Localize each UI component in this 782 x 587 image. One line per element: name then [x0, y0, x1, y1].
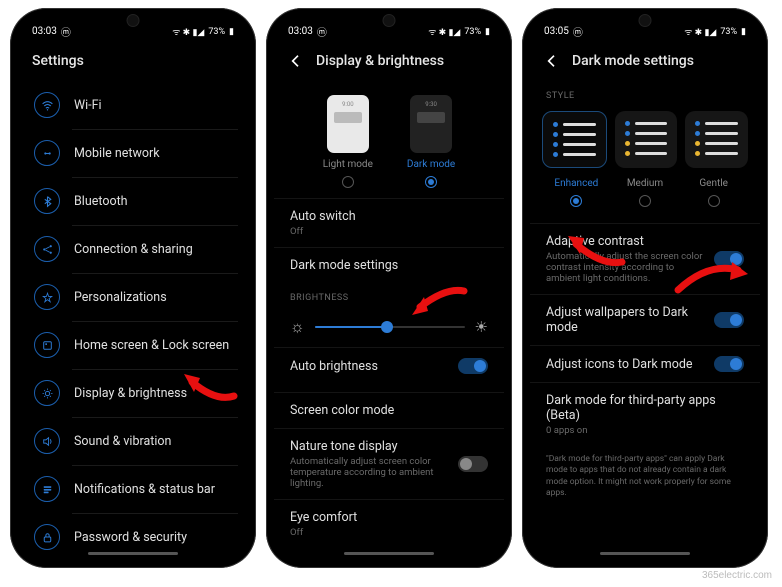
screen-color-mode-row[interactable]: Screen color mode [274, 392, 504, 428]
page-title: Dark mode settings [572, 53, 694, 69]
adjust-wallpapers-row[interactable]: Adjust wallpapers to Dark mode [530, 294, 760, 345]
battery-icon: ▮ [741, 27, 746, 37]
settings-row-label: Home screen & Lock screen [74, 338, 229, 353]
style-gentle-card[interactable] [685, 111, 748, 168]
back-icon[interactable] [544, 53, 560, 69]
notif-icon [34, 476, 60, 502]
toggle-on[interactable] [714, 356, 744, 372]
back-icon[interactable] [288, 53, 304, 69]
style-enhanced-card[interactable] [542, 111, 607, 168]
dark-mode-settings-row[interactable]: Dark mode settings [274, 247, 504, 283]
settings-row-sound[interactable]: Sound & vibration [18, 417, 248, 465]
radio-enhanced[interactable] [570, 195, 582, 207]
page-header: Display & brightness [274, 43, 504, 81]
bright-icon [34, 380, 60, 406]
brightness-high-icon: ☀ [475, 318, 488, 336]
settings-row-label: Bluetooth [74, 194, 128, 209]
third-party-row[interactable]: Dark mode for third-party apps (Beta) 0 … [530, 382, 760, 446]
brightness-slider[interactable]: ☼ ☀ [274, 307, 504, 347]
style-enhanced-label: Enhanced [542, 178, 611, 189]
settings-row-wifi[interactable]: Wi-Fi [18, 81, 248, 129]
battery-pct: 73% [720, 27, 737, 37]
settings-row-notif[interactable]: Notifications & status bar [18, 465, 248, 513]
camera-notch [127, 14, 140, 27]
phone-dark-mode-settings: 03:05 ⓜ ᯤ ✱ ▮◢ 73% ▮ Dark mode settings STY… [522, 8, 768, 568]
lock-icon [34, 524, 60, 550]
home-icon [34, 332, 60, 358]
radio-off[interactable] [342, 176, 354, 188]
home-indicator[interactable] [88, 552, 178, 555]
light-mode-option[interactable]: 9:00 Light mode [323, 95, 373, 188]
style-section-header: STYLE [530, 81, 760, 105]
sound-icon [34, 428, 60, 454]
settings-row-label: Notifications & status bar [74, 482, 215, 497]
settings-row-label: Personalizations [74, 290, 167, 305]
toggle-on[interactable] [714, 251, 744, 267]
settings-row-label: Password & security [74, 530, 187, 545]
share-icon [34, 236, 60, 262]
theme-icon [34, 284, 60, 310]
status-time: 03:05 [544, 26, 569, 37]
style-medium-label: Medium [611, 178, 680, 189]
dark-mode-option[interactable]: 9:30 Dark mode [407, 95, 455, 188]
camera-notch [383, 14, 396, 27]
brightness-section-header: BRIGHTNESS [274, 283, 504, 307]
radio-on[interactable] [425, 176, 437, 188]
style-gentle-label: Gentle [679, 178, 748, 189]
theme-mode-selector: 9:00 Light mode 9:30 Dark mode [274, 81, 504, 198]
style-medium-card[interactable] [615, 111, 678, 168]
settings-row-share[interactable]: Connection & sharing [18, 225, 248, 273]
page-title: Display & brightness [316, 53, 444, 69]
status-icons: ᯤ ✱ ▮◢ [428, 25, 460, 38]
settings-row-cell[interactable]: Mobile network [18, 129, 248, 177]
settings-row-label: Connection & sharing [74, 242, 193, 257]
home-indicator[interactable] [344, 552, 434, 555]
page-title: Settings [18, 43, 248, 81]
status-time: 03:03 [288, 26, 313, 37]
gmail-icon: ⓜ [61, 24, 71, 39]
battery-pct: 73% [208, 27, 225, 37]
nature-tone-row[interactable]: Nature tone display Automatically adjust… [274, 428, 504, 499]
adaptive-contrast-row[interactable]: Adaptive contrast Automatically adjust t… [530, 223, 760, 294]
phone-display-brightness: 03:03 ⓜ ᯤ ✱ ▮◢ 73% ▮ Display & brightness 9… [266, 8, 512, 568]
eye-comfort-row[interactable]: Eye comfort Off [274, 499, 504, 548]
style-cards [530, 105, 760, 174]
toggle-on[interactable] [714, 312, 744, 328]
radio-gentle[interactable] [708, 195, 720, 207]
settings-row-home[interactable]: Home screen & Lock screen [18, 321, 248, 369]
watermark: 365electric.com [702, 570, 772, 581]
gmail-icon: ⓜ [573, 24, 583, 39]
auto-brightness-row[interactable]: Auto brightness [274, 347, 504, 384]
battery-icon: ▮ [485, 27, 490, 37]
bt-icon [34, 188, 60, 214]
status-time: 03:03 [32, 26, 57, 37]
settings-row-bright[interactable]: Display & brightness [18, 369, 248, 417]
home-indicator[interactable] [600, 552, 690, 555]
auto-switch-row[interactable]: Auto switch Off [274, 198, 504, 247]
gmail-icon: ⓜ [317, 24, 327, 39]
status-icons: ᯤ ✱ ▮◢ [684, 25, 716, 38]
settings-row-bt[interactable]: Bluetooth [18, 177, 248, 225]
camera-notch [639, 14, 652, 27]
battery-icon: ▮ [229, 27, 234, 37]
page-header: Dark mode settings [530, 43, 760, 81]
status-icons: ᯤ ✱ ▮◢ [172, 25, 204, 38]
cell-icon [34, 140, 60, 166]
settings-row-label: Sound & vibration [74, 434, 171, 449]
brightness-low-icon: ☼ [290, 317, 305, 337]
third-party-note: "Dark mode for third-party apps" can app… [530, 446, 760, 508]
settings-row-theme[interactable]: Personalizations [18, 273, 248, 321]
battery-pct: 73% [464, 27, 481, 37]
settings-row-label: Wi-Fi [74, 98, 102, 113]
adjust-icons-row[interactable]: Adjust icons to Dark mode [530, 345, 760, 382]
wifi-icon [34, 92, 60, 118]
settings-list[interactable]: Wi-Fi Mobile network Bluetooth Connection &… [18, 81, 248, 560]
toggle-off[interactable] [458, 456, 488, 472]
phone-settings: 03:03 ⓜ ᯤ ✱ ▮◢ 73% ▮ Settings Wi-Fi Mobile n… [10, 8, 256, 568]
settings-row-label: Mobile network [74, 146, 160, 161]
settings-row-label: Display & brightness [74, 386, 187, 401]
radio-medium[interactable] [639, 195, 651, 207]
toggle-on[interactable] [458, 358, 488, 374]
